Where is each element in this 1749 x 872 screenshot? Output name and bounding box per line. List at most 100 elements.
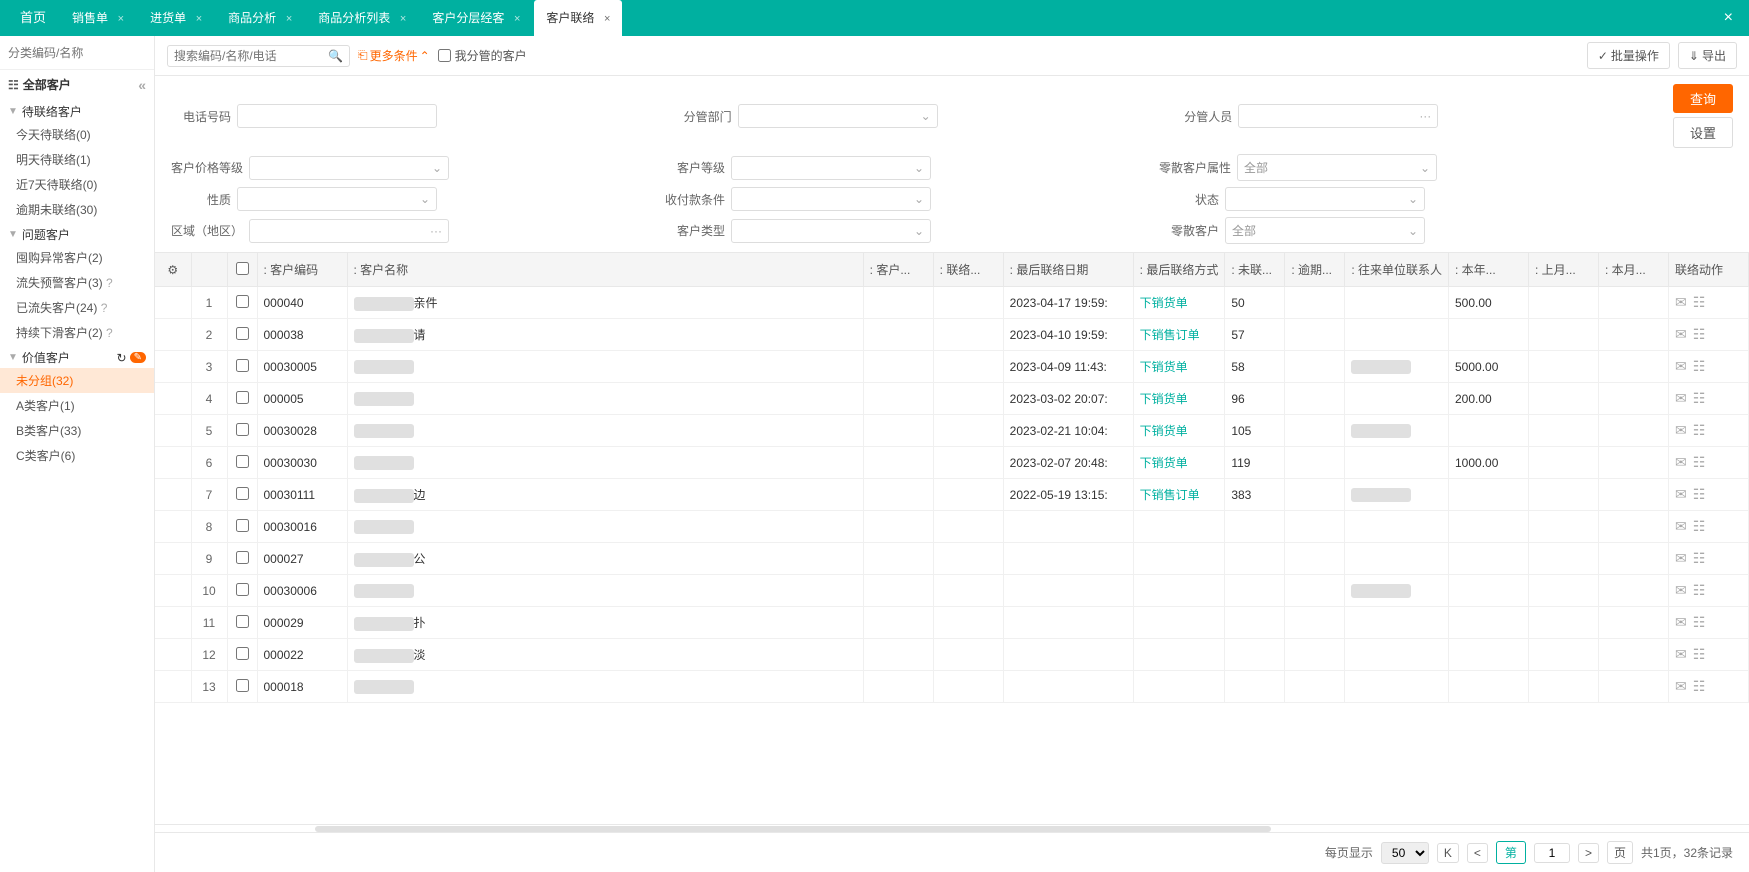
- row-checkbox[interactable]: [227, 383, 257, 415]
- sidebar-item-hoarding-abnormal[interactable]: 囤购异常客户(2): [0, 245, 154, 270]
- phone-action-icon[interactable]: ✉: [1675, 294, 1687, 311]
- last-method-link[interactable]: 下销货单: [1140, 296, 1188, 310]
- table-last-date-col[interactable]: : 最后联络日期: [1003, 253, 1133, 287]
- dept-select[interactable]: ⌄: [738, 104, 938, 128]
- table-settings-col[interactable]: ⚙: [155, 253, 191, 287]
- close-analysis-tab[interactable]: ×: [286, 13, 292, 25]
- phone-action-icon[interactable]: ✉: [1675, 486, 1687, 503]
- last-method-link[interactable]: 下销货单: [1140, 456, 1188, 470]
- prev-page-button[interactable]: <: [1467, 843, 1488, 863]
- row-checkbox[interactable]: [227, 351, 257, 383]
- table-overdue-col[interactable]: : 逾期...: [1285, 253, 1345, 287]
- last-method-link[interactable]: 下销货单: [1140, 424, 1188, 438]
- row-last-method[interactable]: 下销货单: [1133, 287, 1225, 319]
- row-check[interactable]: [236, 679, 249, 692]
- table-name-col[interactable]: : 客户名称: [347, 253, 863, 287]
- nav-sales[interactable]: 销售单 ×: [60, 0, 136, 36]
- phone-action-icon[interactable]: ✉: [1675, 454, 1687, 471]
- table-unlinked-col[interactable]: : 未联...: [1225, 253, 1285, 287]
- per-page-select[interactable]: 50: [1381, 842, 1429, 864]
- sidebar-item-churned[interactable]: 已流失客户(24) ?: [0, 295, 154, 320]
- row-checkbox[interactable]: [227, 575, 257, 607]
- more-action-icon[interactable]: ☷: [1693, 678, 1706, 695]
- more-action-icon[interactable]: ☷: [1693, 486, 1706, 503]
- row-last-method[interactable]: 下销货单: [1133, 447, 1225, 479]
- nav-purchase[interactable]: 进货单 ×: [138, 0, 214, 36]
- close-sales-tab[interactable]: ×: [118, 13, 124, 25]
- more-conditions-button[interactable]: ⎗ 更多条件 ⌃: [358, 47, 430, 64]
- row-checkbox[interactable]: [227, 639, 257, 671]
- row-last-method[interactable]: 下销售订单: [1133, 319, 1225, 351]
- row-checkbox[interactable]: [227, 319, 257, 351]
- more-action-icon[interactable]: ☷: [1693, 358, 1706, 375]
- row-checkbox[interactable]: [227, 511, 257, 543]
- batch-operation-button[interactable]: ✓ 批量操作: [1587, 42, 1670, 69]
- last-method-link[interactable]: 下销售订单: [1140, 488, 1200, 502]
- next-page-button[interactable]: >: [1578, 843, 1599, 863]
- row-last-method[interactable]: 下销售订单: [1133, 479, 1225, 511]
- row-check[interactable]: [236, 359, 249, 372]
- my-customers-checkbox[interactable]: 我分管的客户: [438, 47, 527, 64]
- more-action-icon[interactable]: ☷: [1693, 582, 1706, 599]
- sidebar-group-pending[interactable]: ▼ 待联络客户: [0, 99, 154, 122]
- sidebar-item-ungrouped[interactable]: 未分组(32): [0, 368, 154, 393]
- row-checkbox[interactable]: [227, 671, 257, 703]
- phone-action-icon[interactable]: ✉: [1675, 614, 1687, 631]
- more-action-icon[interactable]: ☷: [1693, 326, 1706, 343]
- page-number-input[interactable]: [1534, 843, 1570, 863]
- table-last-month-col[interactable]: : 上月...: [1529, 253, 1599, 287]
- phone-action-icon[interactable]: ✉: [1675, 582, 1687, 599]
- row-check[interactable]: [236, 519, 249, 532]
- nav-customer-contact[interactable]: 客户联络 ×: [534, 0, 622, 36]
- scattered-select[interactable]: 全部 ⌄: [1225, 217, 1425, 244]
- row-checkbox[interactable]: [227, 415, 257, 447]
- close-customer-contact-tab[interactable]: ×: [604, 13, 610, 25]
- sidebar-group-value[interactable]: ▼ 价值客户 ↻ ✎: [0, 345, 154, 368]
- sidebar-all-customers[interactable]: ☷ 全部客户 «: [0, 70, 154, 99]
- more-action-icon[interactable]: ☷: [1693, 390, 1706, 407]
- sidebar-group-problem[interactable]: ▼ 问题客户: [0, 222, 154, 245]
- row-last-method[interactable]: 下销货单: [1133, 351, 1225, 383]
- region-select[interactable]: ···: [249, 219, 449, 243]
- more-action-icon[interactable]: ☷: [1693, 294, 1706, 311]
- phone-action-icon[interactable]: ✉: [1675, 390, 1687, 407]
- sidebar-item-7day-pending[interactable]: 近7天待联络(0): [0, 172, 154, 197]
- phone-action-icon[interactable]: ✉: [1675, 646, 1687, 663]
- row-check[interactable]: [236, 583, 249, 596]
- row-check[interactable]: [236, 647, 249, 660]
- more-action-icon[interactable]: ☷: [1693, 550, 1706, 567]
- nav-analysis[interactable]: 商品分析 ×: [216, 0, 304, 36]
- sidebar-item-tomorrow-pending[interactable]: 明天待联络(1): [0, 147, 154, 172]
- more-action-icon[interactable]: ☷: [1693, 518, 1706, 535]
- phone-action-icon[interactable]: ✉: [1675, 678, 1687, 695]
- table-last-method-col[interactable]: : 最后联络方式: [1133, 253, 1225, 287]
- table-year-col[interactable]: : 本年...: [1449, 253, 1529, 287]
- price-level-select[interactable]: ⌄: [249, 156, 449, 180]
- search-icon[interactable]: 🔍: [328, 49, 343, 63]
- close-window-button[interactable]: ×: [1716, 9, 1741, 27]
- close-purchase-tab[interactable]: ×: [196, 13, 202, 25]
- first-page-button[interactable]: K: [1437, 843, 1459, 863]
- table-contact-col[interactable]: : 联络...: [933, 253, 1003, 287]
- phone-action-icon[interactable]: ✉: [1675, 518, 1687, 535]
- last-page-button[interactable]: 页: [1607, 841, 1633, 864]
- row-check[interactable]: [236, 487, 249, 500]
- row-checkbox[interactable]: [227, 607, 257, 639]
- sidebar-item-overdue-pending[interactable]: 逾期未联络(30): [0, 197, 154, 222]
- nav-analysis-list[interactable]: 商品分析列表 ×: [306, 0, 418, 36]
- export-button[interactable]: ⇓ 导出: [1678, 42, 1737, 69]
- row-check[interactable]: [236, 455, 249, 468]
- collapse-sidebar-icon[interactable]: «: [138, 77, 146, 93]
- row-checkbox[interactable]: [227, 479, 257, 511]
- reset-button[interactable]: 设置: [1673, 117, 1733, 148]
- sidebar-item-declining[interactable]: 持续下滑客户(2) ?: [0, 320, 154, 345]
- query-button[interactable]: 查询: [1673, 84, 1733, 113]
- nav-customer-segment[interactable]: 客户分层经客 ×: [420, 0, 532, 36]
- table-this-month-col[interactable]: : 本月...: [1599, 253, 1669, 287]
- more-action-icon[interactable]: ☷: [1693, 422, 1706, 439]
- more-action-icon[interactable]: ☷: [1693, 646, 1706, 663]
- scattered-attr-select[interactable]: 全部 ⌄: [1237, 154, 1437, 181]
- nav-home[interactable]: 首页: [8, 0, 58, 36]
- table-assoc-col[interactable]: : 往来单位联系人: [1345, 253, 1449, 287]
- row-check[interactable]: [236, 391, 249, 404]
